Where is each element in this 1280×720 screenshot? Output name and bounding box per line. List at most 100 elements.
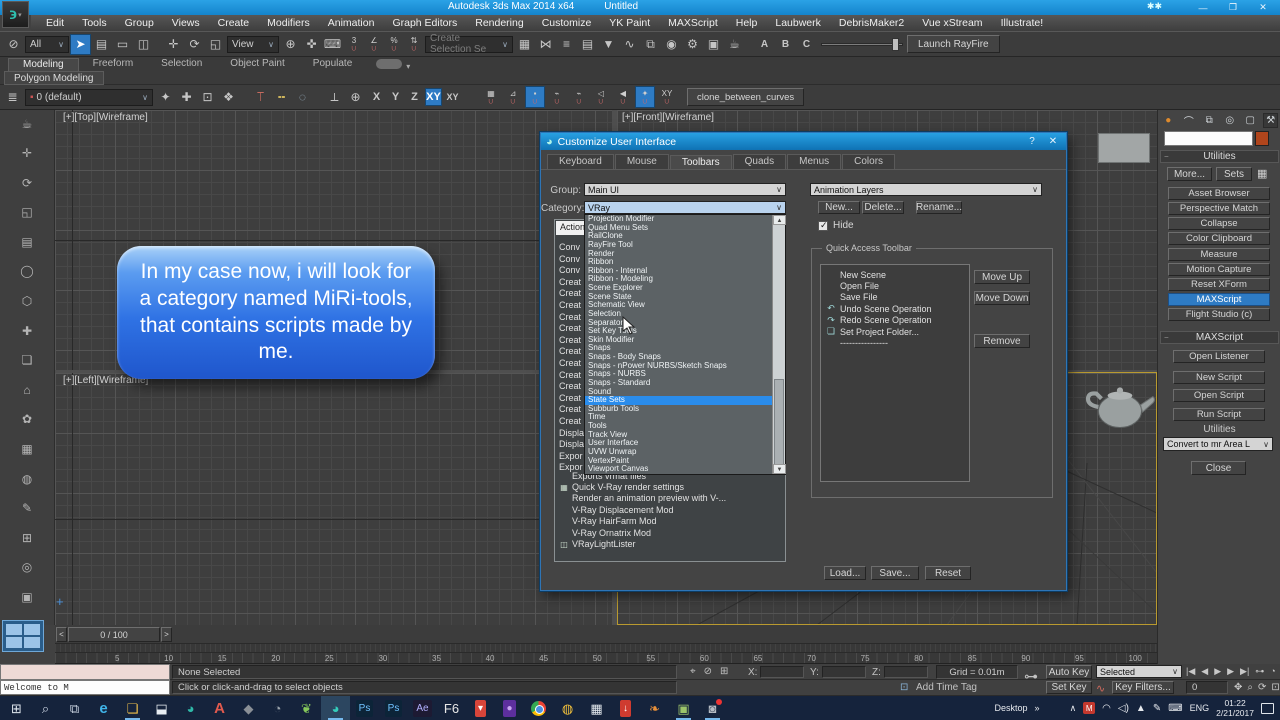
select-and-rotate-icon[interactable]: ⟳: [184, 34, 205, 55]
selection-filter-dropdown[interactable]: All: [25, 35, 69, 53]
infocenter-icon[interactable]: ✱✱: [1147, 1, 1162, 12]
ribbon-tab[interactable]: Populate: [299, 58, 366, 71]
next-frame-icon[interactable]: ▶: [1227, 666, 1234, 677]
layer-dropdown[interactable]: ▪ 0 (default): [25, 88, 153, 106]
layer-properties-icon[interactable]: ❖: [218, 87, 239, 108]
action-row-partial[interactable]: Creat: [555, 370, 585, 382]
menu-item[interactable]: Laubwerk: [766, 17, 830, 29]
menu-item[interactable]: Tools: [73, 17, 116, 29]
category-option[interactable]: Scene Explorer: [585, 284, 772, 293]
quick-access-list[interactable]: New Scene Open File Save File ↶ Undo Scene O…: [820, 264, 970, 482]
gdrive-icon[interactable]: ▲: [1136, 703, 1146, 714]
utility-button[interactable]: Motion Capture: [1168, 263, 1270, 276]
f6-app-icon[interactable]: F6: [437, 696, 466, 720]
spinner-snap-icon[interactable]: ⇅: [404, 33, 424, 55]
axis-tripod-icon[interactable]: ⟙: [250, 87, 271, 108]
reset-button[interactable]: Reset: [925, 566, 971, 580]
hide-checkbox[interactable]: [818, 220, 828, 231]
graphite-stack-icon[interactable]: ≣: [2, 87, 23, 108]
task-view-icon[interactable]: ⧉: [60, 696, 89, 720]
axis-constraint-button[interactable]: Z: [406, 88, 423, 106]
corel-app-icon[interactable]: ❧: [640, 696, 669, 720]
maxscript-button[interactable]: New Script: [1173, 371, 1265, 384]
action-row-partial[interactable]: Conv: [555, 242, 585, 254]
category-option[interactable]: Snaps - Body Snaps: [585, 353, 772, 362]
action-row-partial[interactable]: Creat: [555, 358, 585, 370]
pivot-snap-icon[interactable]: ✦: [635, 86, 655, 108]
named-selection-sets-dropdown[interactable]: Create Selection Se: [425, 33, 513, 55]
category-option[interactable]: UVW Unwrap: [585, 448, 772, 457]
category-option[interactable]: Time: [585, 413, 772, 422]
category-option[interactable]: Ribbon: [585, 258, 772, 267]
next-frame-arrow[interactable]: >: [161, 627, 172, 642]
touch-keyboard-icon[interactable]: ⌨: [1168, 703, 1182, 714]
action-row-partial[interactable]: Expor: [555, 451, 585, 463]
after-effects-icon[interactable]: Ae: [408, 696, 437, 720]
sphere-app-icon[interactable]: ◔: [263, 696, 292, 720]
quick-access-item[interactable]: Open File: [821, 280, 969, 291]
select-and-move-icon[interactable]: ✛: [163, 34, 184, 55]
y-coordinate-field[interactable]: [822, 666, 866, 678]
current-frame-field[interactable]: 0: [1186, 681, 1228, 694]
set-key-button[interactable]: Set Key: [1046, 681, 1092, 694]
keyboard-override-icon[interactable]: ⌨: [322, 34, 343, 55]
hex-tool-icon[interactable]: ⬡: [14, 291, 40, 312]
prev-frame-icon[interactable]: ◀: [1201, 666, 1208, 677]
display-tab-icon[interactable]: ▢: [1243, 113, 1258, 128]
edge-icon[interactable]: e: [89, 696, 118, 720]
axis-snap-button[interactable]: XY: [444, 88, 461, 106]
quick-access-item[interactable]: ----------------: [821, 337, 969, 348]
menu-item[interactable]: Graph Editors: [383, 17, 466, 29]
utility-button[interactable]: Asset Browser: [1168, 187, 1270, 200]
viewport-layout-icon[interactable]: [2, 620, 44, 652]
category-option[interactable]: Set Key Tools: [585, 327, 772, 336]
category-option[interactable]: Schematic View: [585, 301, 772, 310]
maxscript-button[interactable]: Open Listener: [1173, 350, 1265, 363]
category-option[interactable]: Ribbon - Modeling: [585, 275, 772, 284]
disc-tool-icon[interactable]: ◍: [14, 468, 40, 489]
dialog-close-button[interactable]: ✕: [1045, 136, 1061, 147]
pan-hand-icon[interactable]: ✥: [1234, 682, 1242, 693]
vertex-snap-icon[interactable]: ▪: [525, 86, 545, 108]
move-down-button[interactable]: Move Down: [974, 291, 1030, 305]
category-option[interactable]: Subburb Tools: [585, 405, 772, 414]
use-pivot-center-icon[interactable]: ⊕: [280, 34, 301, 55]
category-option[interactable]: Ribbon - Internal: [585, 267, 772, 276]
z-coordinate-field[interactable]: [884, 666, 928, 678]
select-and-manipulate-icon[interactable]: ✜: [301, 34, 322, 55]
snap-toggle-3d-icon[interactable]: 3: [344, 33, 364, 55]
viewport-label-front[interactable]: [+][Front][Wireframe]: [622, 112, 714, 123]
unlink-selection-icon[interactable]: ⊘: [3, 34, 24, 55]
square-tool-icon[interactable]: ▣: [14, 587, 40, 608]
x-coordinate-field[interactable]: [760, 666, 804, 678]
action-row-partial[interactable]: Creat: [555, 416, 585, 428]
rendered-frame-icon[interactable]: ▣: [703, 34, 724, 55]
file-explorer-icon[interactable]: ❏: [118, 696, 147, 720]
time-slider-button[interactable]: 0 / 100: [68, 627, 160, 642]
time-config-icon[interactable]: ◔: [1270, 666, 1275, 677]
grid-tool-icon[interactable]: ▦: [14, 439, 40, 460]
purple-app-icon[interactable]: ●: [495, 696, 524, 720]
category-option[interactable]: Render: [585, 250, 772, 259]
launch-rayfire-button[interactable]: Launch RayFire: [907, 35, 1000, 53]
render-production-icon[interactable]: ☕: [724, 34, 745, 55]
maximize-viewport-icon[interactable]: ⊡: [1271, 682, 1279, 693]
menu-item[interactable]: YK Paint: [600, 17, 659, 29]
save-button[interactable]: Save...: [871, 566, 919, 580]
curve-editor-icon[interactable]: ∿: [619, 34, 640, 55]
angle-snap-magnet-icon[interactable]: ⊿: [503, 86, 523, 108]
photoshop-cc-icon[interactable]: Ps: [379, 696, 408, 720]
circle-tool-icon[interactable]: ◯: [14, 261, 40, 282]
sets-button[interactable]: Sets: [1216, 167, 1252, 181]
quick-access-item[interactable]: ↶ Undo Scene Operation: [821, 303, 969, 314]
action-row[interactable]: V-Ray Ornatrix Mod: [555, 527, 785, 538]
dialog-titlebar[interactable]: ◕ Customize User Interface ? ✕: [541, 133, 1066, 150]
utility-button[interactable]: Collapse: [1168, 217, 1270, 230]
angle-snap-icon[interactable]: ∠: [364, 33, 384, 55]
restrict-plane-icon[interactable]: ⟂: [324, 87, 345, 108]
face-snap-icon[interactable]: ◁: [591, 86, 611, 108]
category-option[interactable]: User Interface: [585, 439, 772, 448]
photoshop-icon[interactable]: Ps: [350, 696, 379, 720]
render-preset-a-icon[interactable]: A: [754, 34, 775, 55]
new-toolbar-button[interactable]: New...: [818, 201, 860, 214]
